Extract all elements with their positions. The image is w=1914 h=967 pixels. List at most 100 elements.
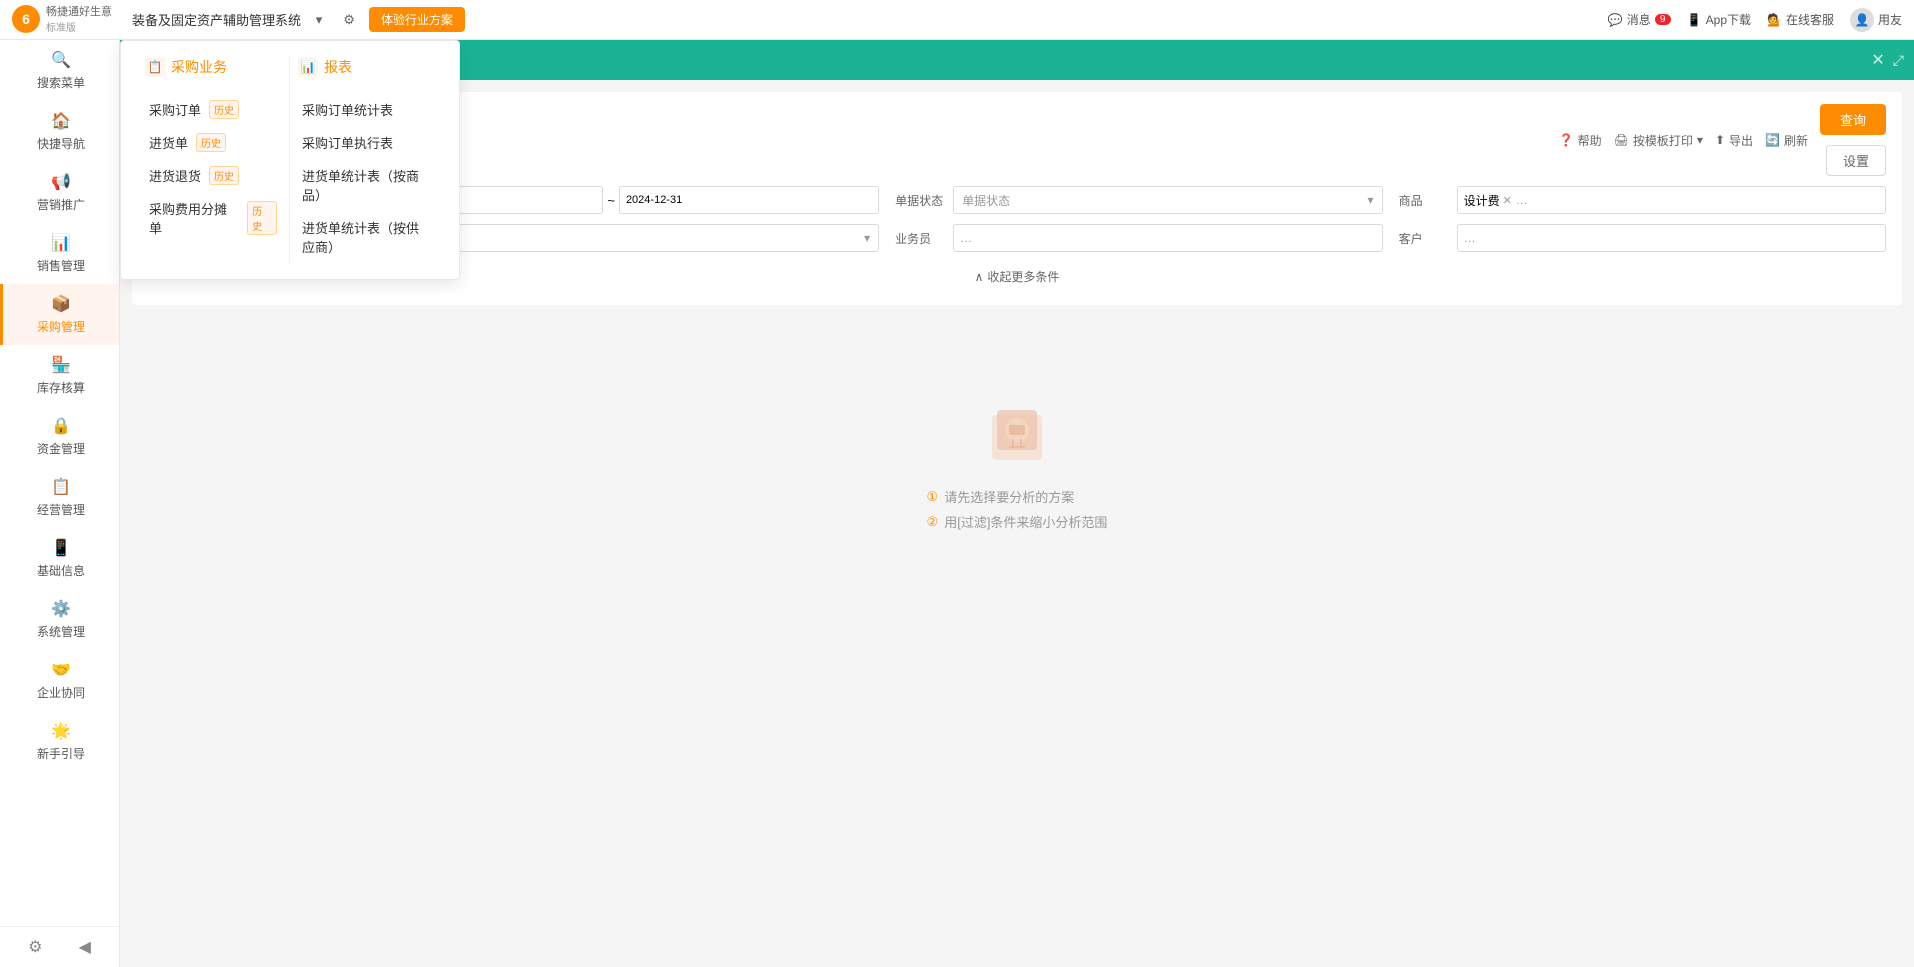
sidebar-item-sales[interactable]: 📊 销售管理 [0,223,119,284]
bill-status-value: 单据状态 [962,192,1010,209]
sidebar-item-system[interactable]: ⚙️ 系统管理 [0,589,119,650]
sidebar-label-basic: 基础信息 [37,562,85,579]
empty-tip1: 请先选择要分析的方案 [944,487,1074,506]
dropdown-item-receipt[interactable]: 进货单 历史 [145,126,281,159]
collapse-label: 收起更多条件 [987,268,1059,285]
sidebar-label-finance: 资金管理 [37,440,85,457]
empty-tips: ① 请先选择要分析的方案 ② 用[过滤]条件来缩小分析范围 [927,487,1108,531]
empty-state: ① 请先选择要分析的方案 ② 用[过滤]条件来缩小分析范围 [132,315,1902,611]
sidebar-item-newbie[interactable]: 🌟 新手引导 [0,711,119,772]
home-icon: 🏠 [51,111,71,131]
export-label: 导出 [1729,132,1753,149]
online-service-action[interactable]: 💁 在线客服 [1767,11,1834,28]
dropdown-item-return[interactable]: 进货退货 历史 [145,159,281,192]
purchase-col-header: 📋 采购业务 [145,57,281,83]
report-col-header: 📊 报表 [298,57,435,83]
po-label: 采购订单 [149,100,201,119]
goods-more-btn[interactable]: … [1516,193,1528,207]
search-button[interactable]: 查询 [1820,104,1886,135]
refresh-label: 刷新 [1784,132,1808,149]
goods-tag-value: 设计费 [1464,192,1500,209]
header-settings-btn[interactable]: ⚙ [337,8,361,32]
search-icon: 🔍 [51,50,71,70]
goods-filter: 商品 设计费 ✕ … [1399,186,1886,214]
salesman-more-btn[interactable]: … [960,231,972,245]
rank-dropdown-icon: ▾ [864,231,870,245]
dropdown-item-po[interactable]: 采购订单 历史 [145,93,281,126]
sidebar-item-enterprise[interactable]: 🤝 企业协同 [0,650,119,711]
receipt-label: 进货单 [149,133,188,152]
sidebar-item-operation[interactable]: 📋 经营管理 [0,467,119,528]
settings-button[interactable]: 设置 [1826,145,1886,176]
bill-status-select[interactable]: 单据状态 ▾ [953,186,1382,214]
sidebar-item-inventory[interactable]: 🏪 库存核算 [0,345,119,406]
sys-dropdown-btn[interactable]: ▾ [309,10,329,30]
help-action[interactable]: ❓ 帮助 [1559,132,1602,149]
tab-bar-expand-btn[interactable]: ⤢ [1893,52,1904,69]
purchase-icon: 📦 [51,294,71,314]
export-action[interactable]: ⬆ 导出 [1715,132,1753,149]
date-to-input[interactable] [619,186,879,214]
sidebar-collapse-btn[interactable]: ◀ [79,937,91,957]
tab-bar-right: ✕ ⤢ [1871,50,1904,70]
trial-button[interactable]: 体验行业方案 [369,7,465,32]
sidebar-label-quick: 快捷导航 [37,135,85,152]
online-service-label: 在线客服 [1786,11,1834,28]
sidebar-bottom: ⚙ ◀ [0,926,119,967]
newbie-icon: 🌟 [51,721,71,741]
goods-label: 商品 [1399,192,1449,209]
report-col-icon: 📊 [298,57,318,77]
sidebar-item-marketing[interactable]: 📢 营销推广 [0,162,119,223]
sidebar-label-enterprise: 企业协同 [37,684,85,701]
dropdown-item-expense[interactable]: 采购费用分摊单 历史 [145,192,281,244]
user-action[interactable]: 👤 用友 [1850,8,1902,32]
dropdown-item-po-exec[interactable]: 采购订单执行表 [298,126,435,159]
sidebar-item-search[interactable]: 🔍 搜索菜单 [0,40,119,101]
sidebar-label-system: 系统管理 [37,623,85,640]
dropdown-item-po-stat[interactable]: 采购订单统计表 [298,93,435,126]
app-download-action[interactable]: 📱 App下载 [1687,11,1751,28]
bill-status-filter: 单据状态 单据状态 ▾ [895,186,1382,214]
print-template-action[interactable]: 🖨 按模板打印 ▾ [1614,132,1703,149]
sidebar-item-basic[interactable]: 📱 基础信息 [0,528,119,589]
sidebar-label-search: 搜索菜单 [37,74,85,91]
purchase-col-title: 采购业务 [171,57,227,77]
tab-bar-close-btn[interactable]: ✕ [1871,50,1884,70]
dropdown-menu: 📋 采购业务 采购订单 历史 进货单 历史 进货退货 历史 采购费用分摊单 历史 [120,40,460,280]
customer-more-btn[interactable]: … [1464,231,1476,245]
user-label: 用友 [1878,11,1902,28]
sidebar-label-inventory: 库存核算 [37,379,85,396]
expense-history-badge: 历史 [247,201,277,235]
message-badge: 9 [1655,14,1671,25]
customer-label: 客户 [1399,230,1449,247]
basic-icon: 📱 [51,538,71,558]
po-exec-label: 采购订单执行表 [302,133,393,152]
message-label: 消息 [1627,11,1651,28]
logo-line1: 畅捷通好生意 [46,5,112,19]
goods-tag-close[interactable]: ✕ [1503,194,1512,207]
export-icon: ⬆ [1715,133,1725,147]
print-dropdown-icon: ▾ [1697,133,1703,147]
sidebar-label-sales: 销售管理 [37,257,85,274]
logo-line2: 标准版 [46,19,112,34]
receipt-stat-supplier-label: 进货单统计表（按供应商） [302,218,431,256]
sidebar-item-quick[interactable]: 🏠 快捷导航 [0,101,119,162]
dropdown-item-receipt-stat-goods[interactable]: 进货单统计表（按商品） [298,159,435,211]
header-center: 装备及固定资产辅助管理系统 ▾ ⚙ 体验行业方案 [132,7,1608,32]
refresh-icon: 🔄 [1765,133,1780,147]
empty-illustration [977,395,1057,475]
enterprise-icon: 🤝 [51,660,71,680]
dropdown-report-col: 📊 报表 采购订单统计表 采购订单执行表 进货单统计表（按商品） 进货单统计表（… [290,57,443,263]
dropdown-item-receipt-stat-supplier[interactable]: 进货单统计表（按供应商） [298,211,435,263]
refresh-action[interactable]: 🔄 刷新 [1765,132,1808,149]
avatar: 👤 [1850,8,1874,32]
sidebar-settings-btn[interactable]: ⚙ [28,937,42,957]
empty-tip2: 用[过滤]条件来缩小分析范围 [944,512,1107,531]
sidebar-item-purchase[interactable]: 📦 采购管理 [0,284,119,345]
message-action[interactable]: 💬 消息 9 [1608,11,1671,28]
sidebar-label-purchase: 采购管理 [37,318,85,335]
top-header: 6 畅捷通好生意 标准版 装备及固定资产辅助管理系统 ▾ ⚙ 体验行业方案 💬 … [0,0,1914,40]
print-label: 按模板打印 [1633,132,1693,149]
sidebar-item-finance[interactable]: 🔒 资金管理 [0,406,119,467]
date-separator: ~ [607,193,615,208]
